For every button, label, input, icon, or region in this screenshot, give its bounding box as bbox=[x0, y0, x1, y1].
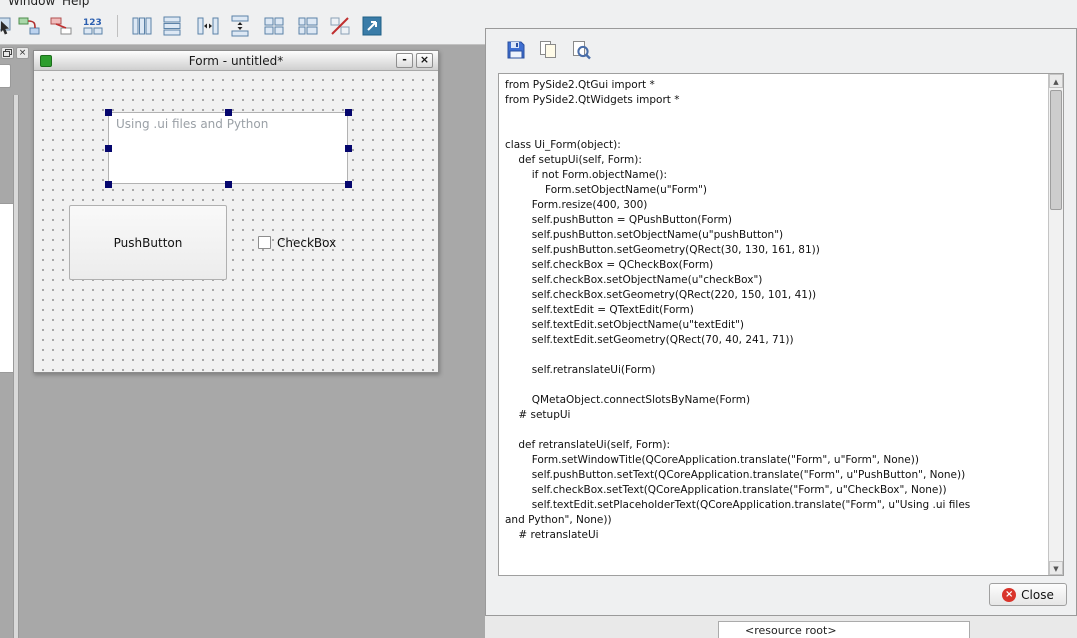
close-button-icon: × bbox=[1002, 588, 1016, 602]
break-layout-icon[interactable] bbox=[327, 12, 353, 39]
layout-grid-icon[interactable] bbox=[261, 12, 287, 39]
pushbutton-widget[interactable]: PushButton bbox=[69, 205, 227, 280]
checkbox-widget[interactable]: CheckBox bbox=[258, 235, 336, 250]
edit-buddies-icon[interactable] bbox=[48, 12, 74, 39]
left-panel-fragment bbox=[0, 203, 13, 373]
menu-help[interactable]: Help bbox=[62, 0, 89, 8]
layout-form-icon[interactable] bbox=[295, 12, 321, 39]
edit-widgets-icon[interactable] bbox=[0, 12, 17, 39]
resize-handle-top-right[interactable] bbox=[345, 109, 352, 116]
resource-browser-fragment: <resource root> bbox=[485, 616, 1077, 638]
layout-vertical-icon[interactable] bbox=[159, 12, 185, 39]
dock-float-button[interactable] bbox=[1, 47, 14, 59]
qt-designer-screen: Window Help 123 bbox=[0, 0, 1077, 638]
scroll-up-icon[interactable]: ▲ bbox=[1049, 74, 1063, 88]
copy-icon[interactable] bbox=[535, 37, 561, 63]
resource-tree-fragment: <resource root> bbox=[718, 621, 970, 638]
close-button[interactable]: × Close bbox=[989, 583, 1067, 606]
left-panel-divider bbox=[13, 95, 19, 638]
save-icon[interactable] bbox=[503, 37, 529, 63]
menubar: Window Help bbox=[0, 0, 1077, 9]
resize-handle-mid-left[interactable] bbox=[105, 145, 112, 152]
form-window-title: Form - untitled* bbox=[34, 54, 438, 68]
resize-handle-bottom-mid[interactable] bbox=[225, 181, 232, 188]
checkbox-indicator[interactable] bbox=[258, 236, 271, 249]
float-icon bbox=[2, 48, 13, 58]
resource-root-item[interactable]: <resource root> bbox=[745, 624, 837, 637]
checkbox-label: CheckBox bbox=[277, 236, 336, 250]
layout-horizontal-splitter-icon[interactable] bbox=[195, 12, 221, 39]
code-view[interactable]: from PySide2.QtGui import * from PySide2… bbox=[498, 73, 1064, 576]
code-vertical-scrollbar[interactable]: ▲ ▼ bbox=[1048, 74, 1063, 575]
resize-handle-bottom-left[interactable] bbox=[105, 181, 112, 188]
scrollbar-thumb[interactable] bbox=[1050, 90, 1062, 210]
form-close-button[interactable]: × bbox=[416, 53, 433, 68]
dock-close-button[interactable]: × bbox=[16, 47, 29, 59]
edit-signals-slots-icon[interactable] bbox=[16, 12, 42, 39]
adjust-size-icon[interactable] bbox=[359, 12, 385, 39]
close-icon: × bbox=[19, 49, 27, 58]
form-window-titlebar[interactable]: Form - untitled* - × bbox=[34, 51, 438, 71]
resize-handle-top-left[interactable] bbox=[105, 109, 112, 116]
code-text[interactable]: from PySide2.QtGui import * from PySide2… bbox=[499, 74, 976, 547]
close-button-label: Close bbox=[1021, 588, 1054, 602]
edit-tab-order-icon[interactable]: 123 bbox=[80, 12, 106, 39]
svg-text:123: 123 bbox=[83, 18, 102, 28]
layout-horizontal-icon[interactable] bbox=[129, 12, 155, 39]
resize-handle-bottom-right[interactable] bbox=[345, 181, 352, 188]
textedit-placeholder: Using .ui files and Python bbox=[109, 113, 347, 135]
code-dialog-toolbar bbox=[486, 29, 1076, 71]
left-filter-input-fragment[interactable] bbox=[0, 64, 11, 88]
form-editor-window: Form - untitled* - × Using .ui files and… bbox=[33, 50, 439, 373]
code-preview-dialog: from PySide2.QtGui import * from PySide2… bbox=[485, 28, 1077, 616]
toolbar-separator bbox=[117, 15, 118, 37]
scroll-down-icon[interactable]: ▼ bbox=[1049, 561, 1063, 575]
form-minimize-button[interactable]: - bbox=[396, 53, 413, 68]
menu-window[interactable]: Window bbox=[8, 0, 55, 8]
textedit-widget[interactable]: Using .ui files and Python bbox=[108, 112, 348, 184]
resize-handle-top-mid[interactable] bbox=[225, 109, 232, 116]
layout-vertical-splitter-icon[interactable] bbox=[227, 12, 253, 39]
resize-handle-mid-right[interactable] bbox=[345, 145, 352, 152]
find-icon[interactable] bbox=[568, 37, 594, 63]
form-canvas[interactable]: Using .ui files and Python PushButton Ch… bbox=[34, 71, 438, 372]
